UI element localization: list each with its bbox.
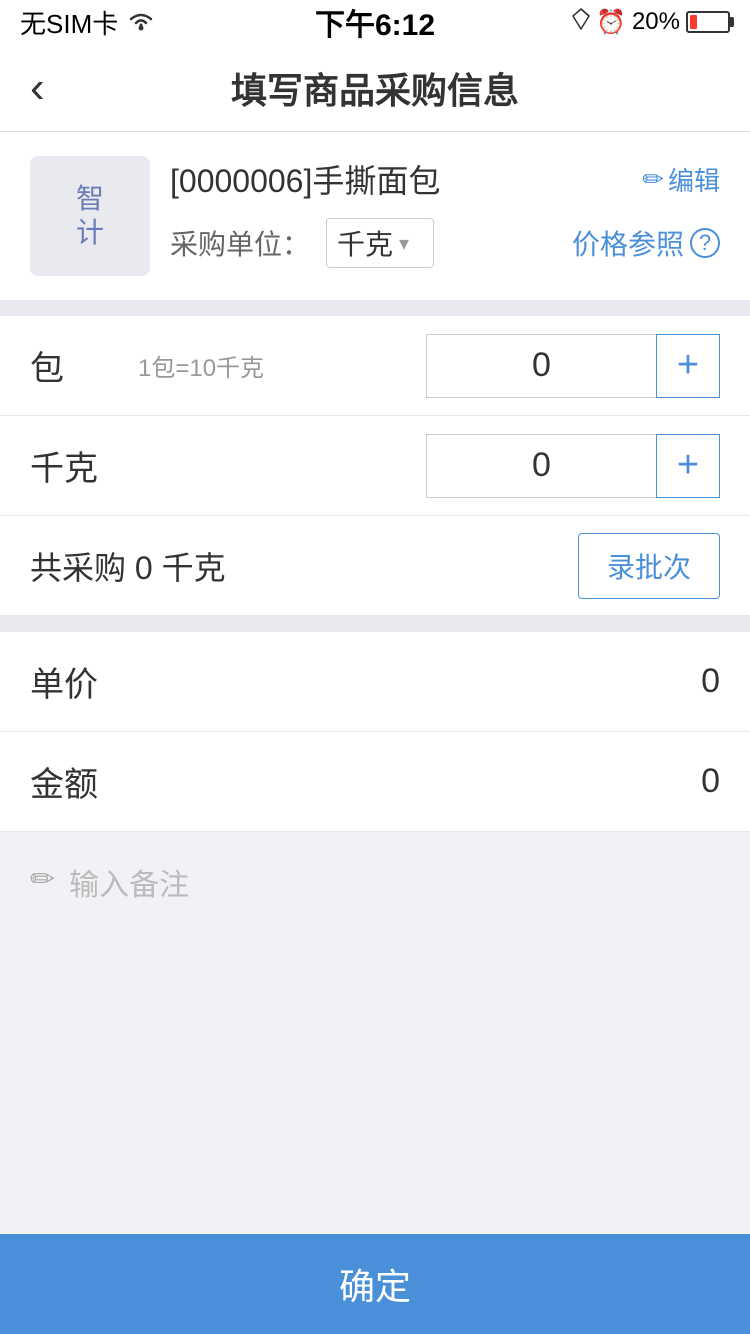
price-ref-label: 价格参照: [572, 223, 684, 263]
kg-plus-button[interactable]: +: [656, 434, 720, 498]
edit-button[interactable]: ✏ 编辑: [642, 161, 720, 198]
product-name-row: [0000006]手撕面包 ✏ 编辑: [170, 156, 720, 202]
input-section: 包 1包=10千克 + 千克 + 共采购 0 千克 录批次: [0, 316, 750, 616]
edit-label: 编辑: [668, 161, 720, 198]
kg-number-input[interactable]: [426, 434, 656, 498]
bag-input-row: 包 1包=10千克 +: [0, 316, 750, 416]
kg-label: 千克: [30, 441, 130, 490]
summary-text: 共采购 0 千克: [30, 543, 226, 589]
product-card: 智 计 [0000006]手撕面包 ✏ 编辑 采购单位： 千克 ▾ 价格参照: [0, 132, 750, 300]
summary-unit: 千克: [162, 550, 226, 586]
content-spacer: [0, 992, 750, 1234]
divider-1: [0, 300, 750, 316]
price-section: 单价 0 金额 0: [0, 632, 750, 832]
status-right: ⏰ 20%: [572, 8, 730, 37]
product-logo: 智 计: [76, 182, 104, 249]
product-image: 智 计: [30, 156, 150, 276]
summary-row: 共采购 0 千克 录批次: [0, 516, 750, 616]
alarm-icon: ⏰: [596, 8, 626, 37]
unit-dropdown-arrow: ▾: [399, 231, 409, 256]
kg-input-row: 千克 +: [0, 416, 750, 516]
nav-bar: ‹ 填写商品采购信息: [0, 44, 750, 132]
bag-label: 包: [30, 341, 130, 390]
status-left: 无SIM卡: [20, 4, 156, 41]
battery-percent: 20%: [632, 8, 680, 36]
bag-input-controls: +: [426, 334, 720, 398]
price-ref-button[interactable]: 价格参照 ?: [572, 223, 720, 263]
page-title: 填写商品采购信息: [231, 62, 519, 114]
bag-sublabel: 1包=10千克: [138, 348, 264, 383]
pencil-icon: ✏: [30, 862, 55, 897]
carrier-label: 无SIM卡: [20, 4, 118, 41]
summary-amount: 0: [135, 550, 153, 586]
unit-value: 千克: [337, 223, 393, 263]
purchase-unit-row: 采购单位： 千克 ▾ 价格参照 ?: [170, 218, 720, 268]
unit-select[interactable]: 千克 ▾: [326, 218, 434, 268]
status-time: 下午6:12: [315, 0, 435, 44]
price-ref-help-icon: ?: [690, 228, 720, 258]
unit-price-value: 0: [701, 662, 720, 701]
unit-price-row: 单价 0: [0, 632, 750, 732]
location-icon: [572, 8, 590, 37]
unit-price-label: 单价: [30, 657, 98, 706]
confirm-button[interactable]: 确定: [0, 1234, 750, 1334]
edit-icon: ✏: [642, 164, 664, 195]
product-info: [0000006]手撕面包 ✏ 编辑 采购单位： 千克 ▾ 价格参照 ?: [170, 156, 720, 268]
product-name: [0000006]手撕面包: [170, 156, 440, 202]
status-bar: 无SIM卡 下午6:12 ⏰ 20%: [0, 0, 750, 44]
batch-button[interactable]: 录批次: [578, 533, 720, 599]
remark-section[interactable]: ✏ 输入备注: [0, 832, 750, 992]
amount-value: 0: [701, 762, 720, 801]
bag-number-input[interactable]: [426, 334, 656, 398]
confirm-label: 确定: [339, 1258, 411, 1310]
amount-label: 金额: [30, 757, 98, 806]
unit-label: 采购单位：: [170, 223, 310, 263]
amount-row: 金额 0: [0, 732, 750, 832]
divider-2: [0, 616, 750, 632]
kg-input-controls: +: [426, 434, 720, 498]
remark-placeholder: 输入备注: [69, 860, 189, 904]
bag-plus-button[interactable]: +: [656, 334, 720, 398]
wifi-icon: [126, 7, 156, 38]
back-button[interactable]: ‹: [30, 66, 45, 110]
summary-prefix: 共采购: [30, 550, 126, 586]
battery-icon: [686, 11, 730, 33]
